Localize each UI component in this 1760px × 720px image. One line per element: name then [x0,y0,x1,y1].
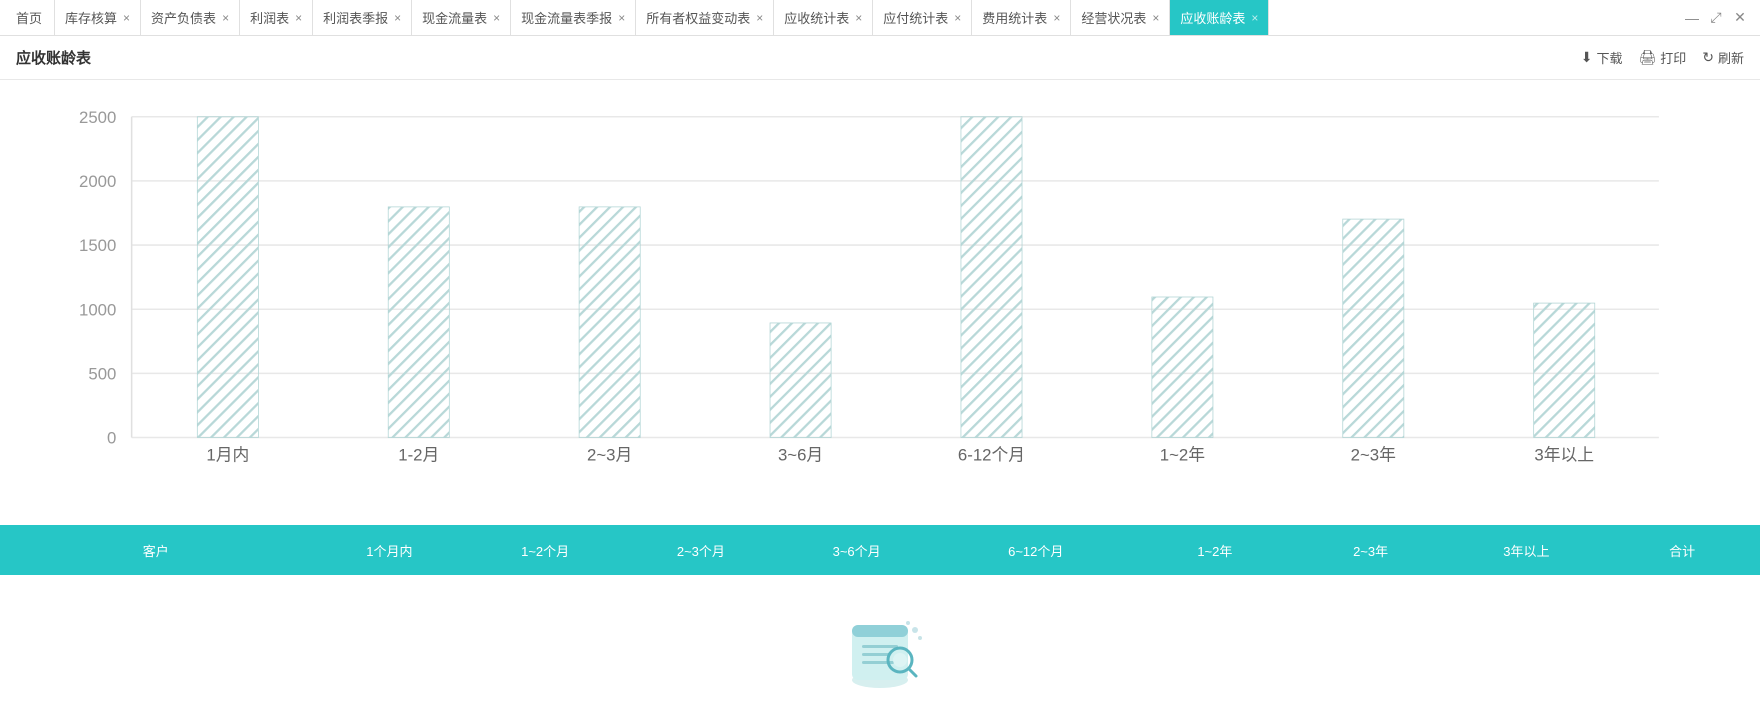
tab-close-equity[interactable]: × [756,11,763,25]
svg-text:2000: 2000 [79,172,116,191]
bar-1-2年 [1152,297,1213,438]
bar-3年以上 [1534,303,1595,437]
svg-text:1000: 1000 [79,300,116,319]
svg-text:2~3月: 2~3月 [587,445,632,464]
tab-balance-sheet[interactable]: 资产负债表 × [141,0,240,36]
tab-close-expense-stats[interactable]: × [1053,11,1060,25]
tab-label-ar-stats: 应收统计表 [784,8,849,27]
tab-ap-stats[interactable]: 应付统计表 × [873,0,972,36]
th-3~6个月: 3~6个月 [779,541,935,560]
header-actions: ⬇ 下载 🖨 打印 ↻ 刷新 [1581,48,1744,67]
tab-label-inventory: 库存核算 [65,8,117,27]
tab-close-ar-stats[interactable]: × [855,11,862,25]
tab-close-cashflow[interactable]: × [493,11,500,25]
tab-home[interactable]: 首页 [4,0,55,36]
maximize-button[interactable]: ⤢ [1708,10,1724,26]
svg-text:3年以上: 3年以上 [1534,445,1594,464]
svg-text:1-2月: 1-2月 [398,445,439,464]
tab-close-inventory[interactable]: × [123,11,130,25]
bar-3-6月 [770,323,831,438]
close-button[interactable]: ✕ [1732,10,1748,26]
tab-close-cashflow-quarterly[interactable]: × [618,11,625,25]
tab-ar-aging[interactable]: 应收账龄表 × [1170,0,1269,36]
svg-text:2~3年: 2~3年 [1351,445,1396,464]
table-header: 客户1个月内1~2个月2~3个月3~6个月6~12个月1~2年2~3年3年以上合… [0,525,1760,575]
download-button[interactable]: ⬇ 下载 [1581,48,1623,67]
th-合计: 合计 [1604,541,1760,560]
print-icon: 🖨 [1638,49,1656,66]
tab-label-equity: 所有者权益变动表 [646,8,750,27]
th-客户: 客户 [0,541,312,560]
tab-profit[interactable]: 利润表 × [240,0,313,36]
tab-ar-stats[interactable]: 应收统计表 × [774,0,873,36]
tab-label-profit: 利润表 [250,8,289,27]
tab-expense-stats[interactable]: 费用统计表 × [972,0,1071,36]
empty-state-icon [830,605,930,695]
tab-close-balance-sheet[interactable]: × [222,11,229,25]
svg-text:1月内: 1月内 [206,445,249,464]
tab-bar: 首页 库存核算×资产负债表×利润表×利润表季报×现金流量表×现金流量表季报×所有… [0,0,1760,36]
th-1~2个月: 1~2个月 [467,541,623,560]
svg-text:0: 0 [107,429,116,448]
tab-label-operations: 经营状况表 [1081,8,1146,27]
bar-1月内 [197,117,258,438]
download-icon: ⬇ [1581,49,1593,66]
tab-operations[interactable]: 经营状况表 × [1071,0,1170,36]
svg-text:1500: 1500 [79,236,116,255]
chart-area: 0 500 1000 1500 2000 2500 2500 [0,80,1760,525]
minimize-button[interactable]: — [1684,10,1700,26]
tab-close-ap-stats[interactable]: × [954,11,961,25]
svg-text:1~2年: 1~2年 [1160,445,1205,464]
bar-6-12月 [961,117,1022,438]
th-2~3个月: 2~3个月 [623,541,779,560]
print-button[interactable]: 🖨 打印 [1638,48,1686,67]
empty-state [0,575,1760,720]
tab-label-profit-quarterly: 利润表季报 [323,8,388,27]
tab-equity[interactable]: 所有者权益变动表 × [636,0,774,36]
bar-1-2月 [388,207,449,438]
tab-label-ap-stats: 应付统计表 [883,8,948,27]
th-2~3年: 2~3年 [1293,541,1449,560]
tab-profit-quarterly[interactable]: 利润表季报 × [313,0,412,36]
window-controls: — ⤢ ✕ [1684,10,1756,26]
svg-text:500: 500 [88,364,116,383]
bar-2-3年 [1343,219,1404,437]
refresh-icon: ↻ [1702,49,1714,66]
main-content: 0 500 1000 1500 2000 2500 2500 [0,80,1760,720]
page-header: 应收账龄表 ⬇ 下载 🖨 打印 ↻ 刷新 [0,36,1760,80]
svg-text:2500: 2500 [79,108,116,127]
bar-2-3月 [579,207,640,438]
page-title: 应收账龄表 [16,47,91,68]
tab-close-profit[interactable]: × [295,11,302,25]
tab-label-cashflow: 现金流量表 [422,8,487,27]
tab-close-ar-aging[interactable]: × [1251,11,1258,25]
th-6~12个月: 6~12个月 [935,541,1137,560]
th-1~2年: 1~2年 [1137,541,1293,560]
svg-text:6-12个月: 6-12个月 [958,445,1025,464]
tab-inventory[interactable]: 库存核算 × [55,0,141,36]
tab-close-profit-quarterly[interactable]: × [394,11,401,25]
th-3年以上: 3年以上 [1448,541,1604,560]
refresh-button[interactable]: ↻ 刷新 [1702,48,1744,67]
tab-label-ar-aging: 应收账龄表 [1180,8,1245,27]
tab-label-balance-sheet: 资产负债表 [151,8,216,27]
th-1个月内: 1个月内 [312,541,468,560]
tab-close-operations[interactable]: × [1152,11,1159,25]
bar-chart: 0 500 1000 1500 2000 2500 2500 [40,100,1720,515]
tab-cashflow[interactable]: 现金流量表 × [412,0,511,36]
svg-text:3~6月: 3~6月 [778,445,823,464]
tab-label-expense-stats: 费用统计表 [982,8,1047,27]
tab-cashflow-quarterly[interactable]: 现金流量表季报 × [511,0,636,36]
tabs-container: 库存核算×资产负债表×利润表×利润表季报×现金流量表×现金流量表季报×所有者权益… [55,0,1269,36]
tab-label-cashflow-quarterly: 现金流量表季报 [521,8,612,27]
